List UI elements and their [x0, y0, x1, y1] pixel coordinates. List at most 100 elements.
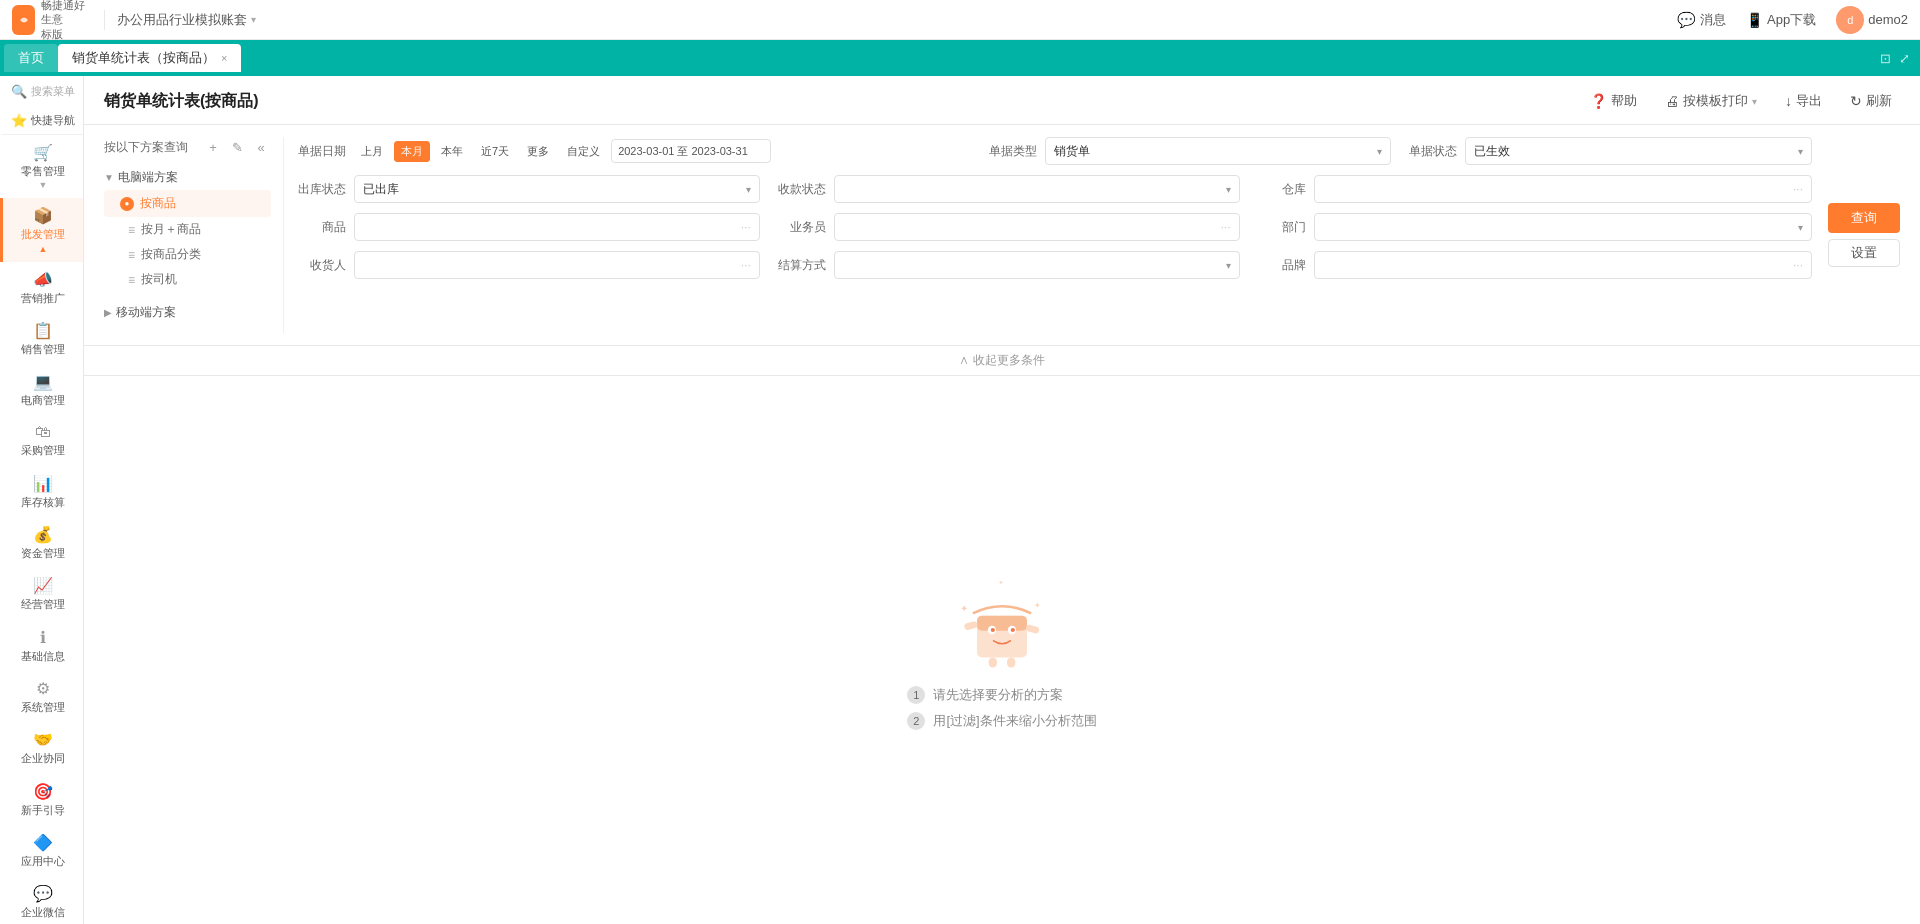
- collapse-bar[interactable]: ∧ 收起更多条件: [84, 346, 1920, 376]
- date-range-input[interactable]: [611, 139, 771, 163]
- svg-text:✦: ✦: [960, 603, 968, 614]
- payment-status-control[interactable]: ▾: [834, 175, 1240, 203]
- guide-icon: 🎯: [33, 782, 53, 801]
- tabbar: 首页 销货单统计表（按商品） × ⊡ ⤢: [0, 40, 1920, 76]
- refresh-icon: ↻: [1850, 93, 1862, 109]
- out-status-label: 出库状态: [296, 181, 346, 198]
- scheme-subitem-month-goods[interactable]: ≡ 按月＋商品: [104, 217, 271, 242]
- sidebar-item-ecommerce[interactable]: 💻 电商管理: [0, 364, 83, 415]
- date-btn-this-year[interactable]: 本年: [434, 141, 470, 162]
- filter-field-out-status: 出库状态 已出库 ▾: [296, 175, 760, 203]
- tab-active[interactable]: 销货单统计表（按商品） ×: [58, 44, 241, 72]
- receiver-dots: ···: [741, 258, 751, 272]
- doc-status-label: 单据状态: [1407, 143, 1457, 160]
- tab-close-icon[interactable]: ×: [221, 52, 227, 64]
- content-area: 销货单统计表(按商品) ❓ 帮助 🖨 按模板打印 ▾ ↓ 导出 ↻ 刷新: [84, 76, 1920, 924]
- settings-btn[interactable]: 设置: [1828, 239, 1900, 267]
- scheme-collapse-btn[interactable]: «: [251, 137, 271, 157]
- system-icon: ⚙: [36, 679, 50, 698]
- date-btn-more[interactable]: 更多: [520, 141, 556, 162]
- pin-icon[interactable]: ⊡: [1880, 51, 1891, 66]
- wechat-icon: 💬: [33, 884, 53, 903]
- fullscreen-icon[interactable]: ⤢: [1899, 51, 1910, 66]
- sidebar-item-inventory[interactable]: 📊 库存核算: [0, 466, 83, 517]
- help-btn[interactable]: ❓ 帮助: [1582, 88, 1645, 114]
- scheme-group-mobile: ▶ 移动端方案: [104, 300, 271, 325]
- settlement-control[interactable]: ▾: [834, 251, 1240, 279]
- app-download-btn[interactable]: 📱 App下载: [1746, 11, 1816, 29]
- filter-field-date: 单据日期 上月 本月 本年 近7天 更多 自定义: [296, 139, 971, 163]
- receiver-control[interactable]: ···: [354, 251, 760, 279]
- scheme-panel: 按以下方案查询 + ✎ « ▼ 电脑端方案 ● 按商品: [104, 137, 284, 333]
- date-btn-7days[interactable]: 近7天: [474, 141, 516, 162]
- scheme-item-by-goods[interactable]: ● 按商品: [104, 190, 271, 217]
- sidebar-item-marketing[interactable]: 📣 营销推广: [0, 262, 83, 313]
- sidebar-item-basic-info[interactable]: ℹ 基础信息: [0, 620, 83, 671]
- filter-field-salesperson: 业务员 ···: [776, 213, 1240, 241]
- brand-control[interactable]: ···: [1314, 251, 1813, 279]
- industry-selector[interactable]: 办公用品行业模拟账套 ▾: [117, 11, 256, 29]
- sidebar-item-purchase[interactable]: 🛍 采购管理: [0, 415, 83, 465]
- logo-text: 畅捷通好生意 标版: [41, 0, 92, 41]
- scheme-subitem-driver[interactable]: ≡ 按司机: [104, 267, 271, 292]
- collab-icon: 🤝: [33, 730, 53, 749]
- filter-field-doc-status: 单据状态 已生效 ▾: [1407, 137, 1812, 165]
- sidebar-item-sales[interactable]: 📋 销售管理: [0, 313, 83, 364]
- logo-icon: [12, 5, 35, 35]
- filter-field-department: 部门 ▾: [1256, 213, 1813, 241]
- warehouse-control[interactable]: ···: [1314, 175, 1813, 203]
- finance-icon: 💰: [33, 525, 53, 544]
- warehouse-dots: ···: [1793, 182, 1803, 196]
- out-status-control[interactable]: 已出库 ▾: [354, 175, 760, 203]
- refresh-btn[interactable]: ↻ 刷新: [1842, 88, 1900, 114]
- app-download-icon: 📱: [1746, 12, 1763, 28]
- hint-number-1: 1: [907, 686, 925, 704]
- sidebar-item-apps[interactable]: 🔷 应用中心: [0, 825, 83, 876]
- scheme-edit-btn[interactable]: ✎: [227, 137, 247, 157]
- department-control[interactable]: ▾: [1314, 213, 1813, 241]
- brand-label: 品牌: [1256, 257, 1306, 274]
- date-btn-custom[interactable]: 自定义: [560, 141, 607, 162]
- sidebar-item-guide[interactable]: 🎯 新手引导: [0, 774, 83, 825]
- print-btn[interactable]: 🖨 按模板打印 ▾: [1657, 88, 1765, 114]
- empty-hint-1: 1 请先选择要分析的方案: [907, 686, 1096, 704]
- date-btn-last-month[interactable]: 上月: [354, 141, 390, 162]
- tab-home[interactable]: 首页: [4, 44, 58, 72]
- sidebar-quick-nav[interactable]: ⭐ 快捷导航: [0, 107, 83, 135]
- sidebar-item-wechat[interactable]: 💬 企业微信: [0, 876, 83, 924]
- sidebar-item-collab[interactable]: 🤝 企业协同: [0, 722, 83, 773]
- sidebar-item-system[interactable]: ⚙ 系统管理: [0, 671, 83, 722]
- scheme-subitem-category[interactable]: ≡ 按商品分类: [104, 242, 271, 267]
- salesperson-dots: ···: [1220, 220, 1230, 234]
- sidebar-item-wholesale[interactable]: 📦 批发管理 ▲: [0, 198, 83, 261]
- doc-type-control[interactable]: 销货单 ▾: [1045, 137, 1392, 165]
- scheme-group-pc-title[interactable]: ▼ 电脑端方案: [104, 165, 271, 190]
- scheme-group-mobile-title[interactable]: ▶ 移动端方案: [104, 300, 271, 325]
- filter-row-2: 出库状态 已出库 ▾ 收款状态 ▾: [296, 175, 1812, 203]
- topbar-divider: [104, 10, 105, 30]
- salesperson-control[interactable]: ···: [834, 213, 1240, 241]
- goods-dots: ···: [741, 220, 751, 234]
- query-btn[interactable]: 查询: [1828, 203, 1900, 233]
- sidebar-item-operations[interactable]: 📈 经营管理: [0, 568, 83, 619]
- filter-field-goods: 商品 ···: [296, 213, 760, 241]
- scheme-item-icon-goods: ●: [120, 197, 134, 211]
- sidebar-item-finance[interactable]: 💰 资金管理: [0, 517, 83, 568]
- sidebar: 🔍 搜索菜单 ⭐ 快捷导航 🛒 零售管理 ▼ 📦 批发管理 ▲ 📣 营销推广 📋…: [0, 76, 84, 924]
- empty-state: ✦ ✦ ✦ 1 请先选择要分析的方案 2 用[过滤]条件来缩小分析范围: [84, 376, 1920, 924]
- scheme-header: 按以下方案查询 + ✎ «: [104, 137, 271, 157]
- filter-field-doc-type: 单据类型 销货单 ▾: [987, 137, 1392, 165]
- operations-icon: 📈: [33, 576, 53, 595]
- payment-status-caret: ▾: [1226, 184, 1231, 195]
- doc-status-control[interactable]: 已生效 ▾: [1465, 137, 1812, 165]
- filter-field-brand: 品牌 ···: [1256, 251, 1813, 279]
- date-btn-this-month[interactable]: 本月: [394, 141, 430, 162]
- sidebar-item-retail[interactable]: 🛒 零售管理 ▼: [0, 135, 83, 198]
- user-menu[interactable]: d demo2: [1836, 6, 1908, 34]
- goods-control[interactable]: ···: [354, 213, 760, 241]
- export-btn[interactable]: ↓ 导出: [1777, 88, 1830, 114]
- sidebar-search[interactable]: 🔍 搜索菜单: [0, 76, 83, 107]
- message-btn[interactable]: 💬 消息: [1677, 11, 1726, 29]
- scheme-add-btn[interactable]: +: [203, 137, 223, 157]
- help-icon: ❓: [1590, 93, 1607, 109]
